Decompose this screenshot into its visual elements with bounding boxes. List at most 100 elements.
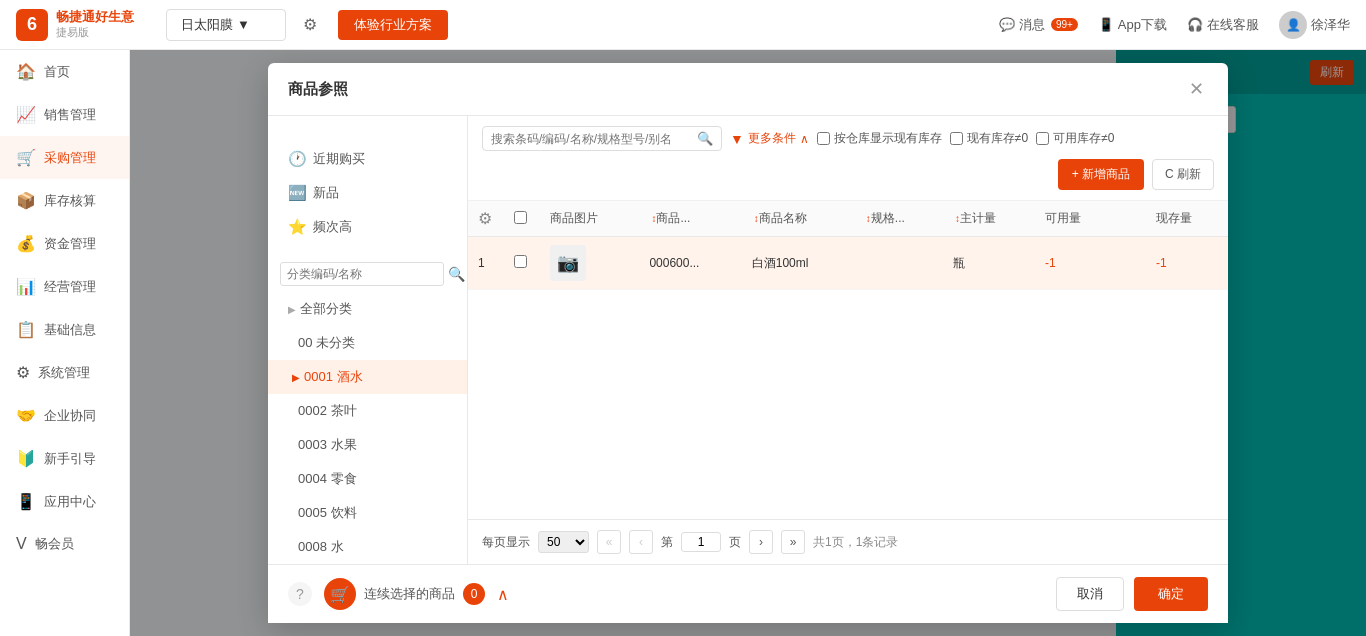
app-download-btn[interactable]: 📱 App下载 [1098,16,1167,34]
modal-toolbar: 🔍 ▼ 更多条件 ∧ 按仓库显示现有库存 [468,116,1228,201]
settings-gear-icon[interactable]: ⚙ [478,210,492,227]
quick-item-recent[interactable]: 🕐 近期购买 [268,142,467,176]
refresh-btn[interactable]: C 刷新 [1152,159,1214,190]
sidebar-item-basic-info[interactable]: 📋 基础信息 [0,308,129,351]
cancel-btn[interactable]: 取消 [1056,577,1124,611]
modal-header: 商品参照 ✕ [268,63,1228,116]
sidebar-label-home: 首页 [44,63,70,81]
col-spacer [1117,201,1146,237]
cat-label-liquor: 0001 酒水 [304,368,363,386]
cat-item-beverage[interactable]: 0005 饮料 [268,496,467,530]
sidebar-item-guide[interactable]: 🔰 新手引导 [0,437,129,480]
category-search-input[interactable] [280,262,444,286]
continuous-label: 连续选择的商品 0 ∧ [364,583,509,605]
checkbox-available-text: 现有库存≠0 [967,130,1028,147]
row-select-checkbox[interactable] [514,255,527,268]
page-number-input[interactable] [681,532,721,552]
experience-btn[interactable]: 体验行业方案 [338,10,448,40]
system-icon: ⚙ [16,363,30,382]
user-profile[interactable]: 👤 徐泽华 [1279,11,1350,39]
checkbox-usable-label[interactable]: 可用库存≠0 [1036,130,1114,147]
help-btn[interactable]: ? [288,582,312,606]
sort-icon-unit[interactable]: ↕ [955,213,960,224]
category-search-icon[interactable]: 🔍 [448,266,465,282]
prev-page-btn[interactable]: ‹ [629,530,653,554]
new-icon: 🆕 [288,184,307,202]
online-service-btn[interactable]: 🎧 在线客服 [1187,16,1259,34]
cat-label-water: 0008 水 [298,538,344,556]
sidebar-item-enterprise[interactable]: 🤝 企业协同 [0,394,129,437]
col-stock: 现存量 [1146,201,1228,237]
toolbar-right: + 新增商品 C 刷新 [1058,159,1214,190]
sidebar-item-finance[interactable]: 💰 资金管理 [0,222,129,265]
cat-item-liquor[interactable]: ▶ 0001 酒水 [268,360,467,394]
cat-item-tea[interactable]: 0002 茶叶 [268,394,467,428]
checkbox-warehouse[interactable] [817,132,830,145]
sidebar-item-app-center[interactable]: 📱 应用中心 [0,480,129,523]
sort-icon[interactable]: ↕ [651,213,656,224]
sidebar-item-operations[interactable]: 📊 经营管理 [0,265,129,308]
checkbox-available[interactable] [950,132,963,145]
row-name: 白酒100ml [742,237,854,290]
modal-overlay: 商品参照 ✕ 🕐 近期购买 [130,50,1366,636]
confirm-btn[interactable]: 确定 [1134,577,1208,611]
nav-dropdown[interactable]: 日太阳膜 ▼ [166,9,286,41]
sidebar-item-home[interactable]: 🏠 首页 [0,50,129,93]
cat-label-uncategorized: 00 未分类 [298,334,355,352]
sidebar-item-inventory[interactable]: 📦 库存核算 [0,179,129,222]
quick-item-new[interactable]: 🆕 新品 [268,176,467,210]
col-unit: ↕主计量 [943,201,1035,237]
sidebar-label-guide: 新手引导 [44,450,96,468]
last-page-btn[interactable]: » [781,530,805,554]
sidebar-item-system[interactable]: ⚙ 系统管理 [0,351,129,394]
product-search-input[interactable] [491,132,691,146]
product-reference-modal: 商品参照 ✕ 🕐 近期购买 [268,63,1228,623]
row-spec [854,237,943,290]
nav-right: 💬 消息 99+ 📱 App下载 🎧 在线客服 👤 徐泽华 [999,11,1350,39]
product-table-wrap: ⚙ 商品图片 ↕商品... [468,201,1228,519]
first-page-btn[interactable]: « [597,530,621,554]
messages-badge: 99+ [1051,18,1078,31]
messages-btn[interactable]: 💬 消息 99+ [999,16,1078,34]
cat-item-all[interactable]: ▶ 全部分类 [268,292,467,326]
checkbox-usable[interactable] [1036,132,1049,145]
sidebar-item-sales[interactable]: 📈 销售管理 [0,93,129,136]
settings-icon[interactable]: ⚙ [294,9,326,41]
modal-close-btn[interactable]: ✕ [1184,77,1208,101]
cat-item-snack[interactable]: 0004 零食 [268,462,467,496]
category-search-area: 🔍 [268,256,467,292]
checkbox-warehouse-label[interactable]: 按仓库显示现有库存 [817,130,942,147]
sidebar-label-app-center: 应用中心 [44,493,96,511]
filter-label: 更多条件 [748,130,796,147]
quick-label-new: 新品 [313,184,339,202]
quick-item-frequent[interactable]: ⭐ 频次高 [268,210,467,244]
next-page-btn[interactable]: › [749,530,773,554]
avatar: 👤 [1279,11,1307,39]
guide-icon: 🔰 [16,449,36,468]
finance-icon: 💰 [16,234,36,253]
product-image: 📷 [550,245,586,281]
cart-btn[interactable]: 🛒 [324,578,356,610]
table-row[interactable]: 1 📷 000600... 白酒100ml [468,237,1228,290]
page-size-select[interactable]: 50 10 20 100 [538,531,589,553]
sort-icon-spec[interactable]: ↕ [866,213,871,224]
sidebar-item-purchase[interactable]: 🛒 采购管理 [0,136,129,179]
purchase-icon: 🛒 [16,148,36,167]
sort-icon-name[interactable]: ↕ [754,213,759,224]
sidebar-label-purchase: 采购管理 [44,149,96,167]
sidebar-item-member[interactable]: V 畅会员 [0,523,129,565]
cat-item-water[interactable]: 0008 水 [268,530,467,564]
search-icon[interactable]: 🔍 [697,131,713,146]
cat-item-fruit[interactable]: 0003 水果 [268,428,467,462]
star-icon: ⭐ [288,218,307,236]
filter-btn[interactable]: ▼ 更多条件 ∧ [730,130,809,147]
cat-item-uncategorized[interactable]: 00 未分类 [268,326,467,360]
select-all-checkbox[interactable] [514,211,527,224]
chevron-up-icon: ∧ [800,132,809,146]
operations-icon: 📊 [16,277,36,296]
checkbox-available-label[interactable]: 现有库存≠0 [950,130,1028,147]
col-settings: ⚙ [468,201,504,237]
collapse-arrow-icon[interactable]: ∧ [497,585,509,604]
row-checkbox [504,237,540,290]
add-product-btn[interactable]: + 新增商品 [1058,159,1144,190]
